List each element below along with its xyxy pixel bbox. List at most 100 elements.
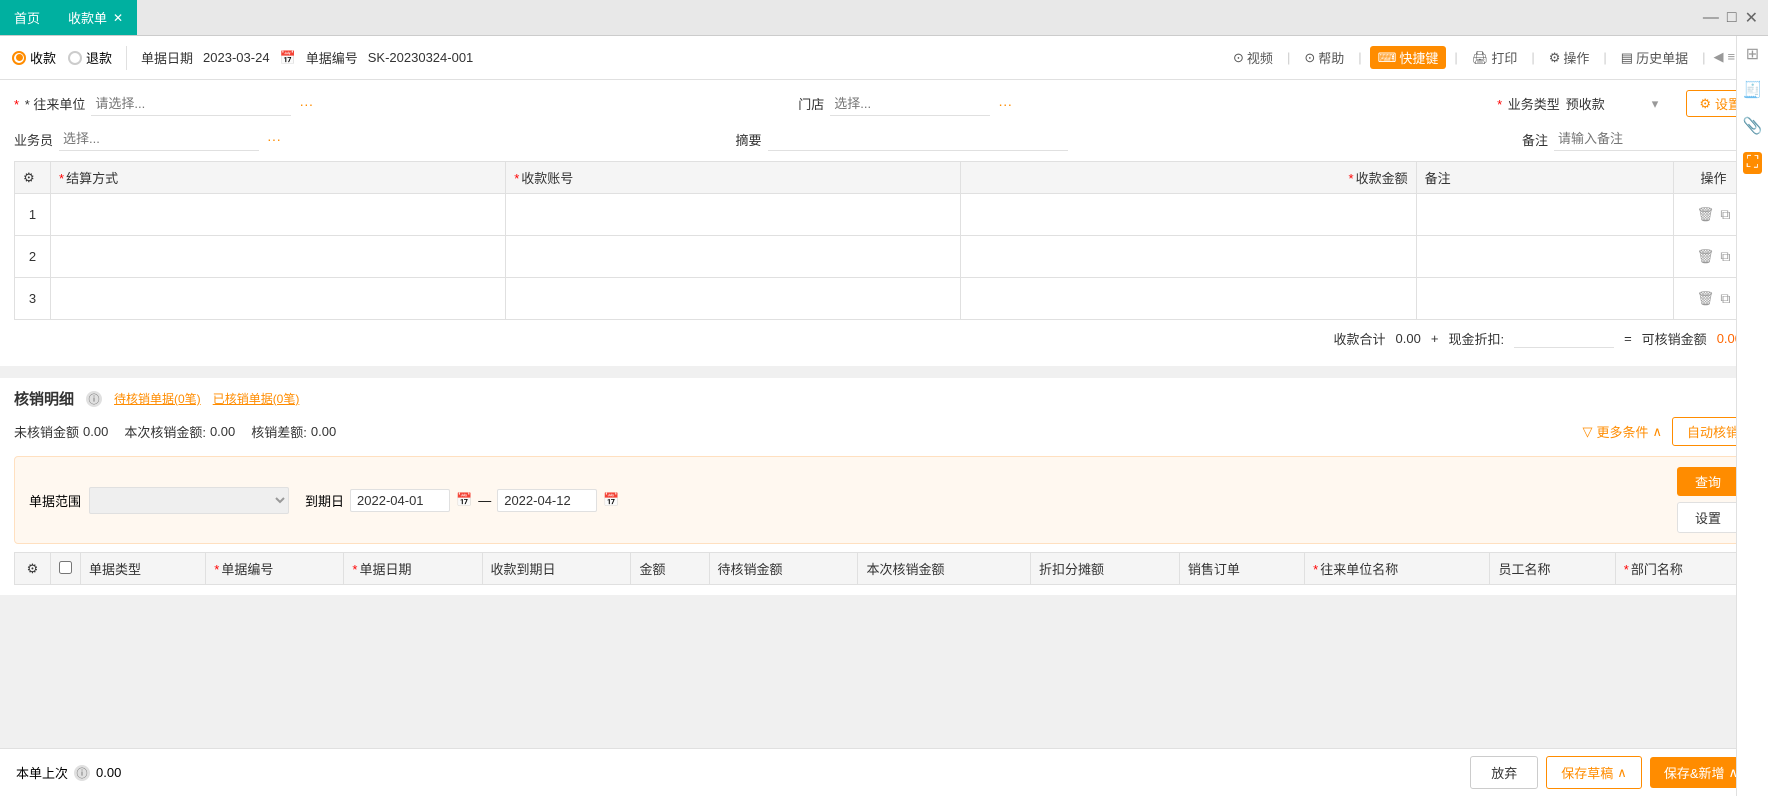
query-button[interactable]: 查询 xyxy=(1677,467,1739,496)
delete-icon-3[interactable]: 🗑 xyxy=(1697,290,1715,307)
counterpart-more-btn[interactable]: ··· xyxy=(299,96,313,112)
receipt-icon[interactable]: 🧾 xyxy=(1743,80,1763,100)
list-view-icon[interactable]: ≡ xyxy=(1728,49,1736,67)
row-num-3: 3 xyxy=(15,278,51,320)
abandon-button[interactable]: 放弃 xyxy=(1470,756,1538,789)
remark-label: 备注 xyxy=(1522,130,1548,149)
tab-bar: 首页 收款单 ✕ — □ ✕ xyxy=(0,0,1768,36)
done-link[interactable]: 已核销单据(0笔) xyxy=(213,390,300,407)
remark-field: 备注 xyxy=(1522,127,1754,151)
copy-icon-3[interactable]: ⧉ xyxy=(1720,290,1730,307)
row-remark-3[interactable] xyxy=(1416,278,1673,320)
refund-radio-circle xyxy=(68,51,82,65)
remark-input[interactable] xyxy=(1554,127,1754,151)
pending-link[interactable]: 待核销单据(0笔) xyxy=(114,390,201,407)
receipt-type-group: 收款 退款 xyxy=(12,48,112,67)
expand-icon[interactable]: ⛶ xyxy=(1743,152,1762,174)
minimize-button[interactable]: — xyxy=(1703,9,1719,27)
print-btn[interactable]: 🖨 打印 xyxy=(1466,46,1524,69)
calendar-to-icon[interactable]: 📅 xyxy=(603,492,619,508)
btcol-discount: 折扣分摊额 xyxy=(1030,553,1179,585)
tab-receipt[interactable]: 收款单 ✕ xyxy=(54,0,137,35)
main-form: * * 往来单位 ··· 门店 ··· * 业务类型 预收款 ▾ ⚙ 设置 xyxy=(0,80,1768,372)
help-btn[interactable]: ⊙ 帮助 xyxy=(1298,46,1350,69)
copy-icon-1[interactable]: ⧉ xyxy=(1720,206,1730,223)
row-remark-2[interactable] xyxy=(1416,236,1673,278)
date-to-input[interactable] xyxy=(497,489,597,512)
date-range-dash: — xyxy=(478,493,491,508)
row-amount-3[interactable] xyxy=(961,278,1416,320)
receipt-radio[interactable]: 收款 xyxy=(12,48,56,67)
prev-info-icon[interactable]: ⓘ xyxy=(74,765,90,781)
tab-receipt-close[interactable]: ✕ xyxy=(113,11,123,25)
row-account-1[interactable] xyxy=(506,194,961,236)
receivable-label: 可核销金额 xyxy=(1642,329,1707,348)
counterpart-input[interactable] xyxy=(91,92,291,116)
row-settle-2[interactable] xyxy=(51,236,506,278)
maximize-button[interactable]: □ xyxy=(1727,9,1737,27)
select-all-checkbox[interactable] xyxy=(59,561,72,574)
row-account-2[interactable] xyxy=(506,236,961,278)
shortcut-btn[interactable]: ⌨ 快捷键 xyxy=(1370,46,1447,69)
help-icon: ⊙ xyxy=(1304,50,1315,66)
delete-icon-2[interactable]: 🗑 xyxy=(1697,248,1715,265)
history-btn[interactable]: ▤ 历史单据 xyxy=(1615,46,1694,69)
row-num-1: 1 xyxy=(15,194,51,236)
more-conditions-btn[interactable]: ▽ 更多条件 ∧ xyxy=(1582,422,1662,441)
staff-more-btn[interactable]: ··· xyxy=(267,131,281,147)
unreconciled-item: 未核销金额 0.00 xyxy=(14,422,108,441)
store-input[interactable] xyxy=(830,92,990,116)
date-from-input[interactable] xyxy=(350,489,450,512)
tab-home[interactable]: 首页 xyxy=(0,0,54,35)
operation-label: 操作 xyxy=(1563,48,1589,67)
close-button[interactable]: ✕ xyxy=(1745,8,1758,28)
stats-row: 未核销金额 0.00 本次核销金额: 0.00 核销差额: 0.00 ▽ 更多条… xyxy=(14,417,1754,446)
refund-radio[interactable]: 退款 xyxy=(68,48,112,67)
btcol-gear[interactable]: ⚙ xyxy=(15,553,51,585)
row-account-3[interactable] xyxy=(506,278,961,320)
btcol-bill-date: *单据日期 xyxy=(344,553,482,585)
scope-select[interactable] xyxy=(89,487,289,514)
col-gear[interactable]: ⚙ xyxy=(15,162,51,194)
summary-row: 收款合计 0.00 + 现金折扣: = 可核销金额 0.00 xyxy=(14,320,1754,356)
row-amount-1[interactable] xyxy=(961,194,1416,236)
business-type-label: * 业务类型 xyxy=(1497,94,1560,113)
toolbar-actions: ⊙ 视频 | ⊙ 帮助 | ⌨ 快捷键 | 🖨 打印 | ⚙ 操作 | ▤ 历史… xyxy=(1227,46,1756,69)
info-icon[interactable]: ⓘ xyxy=(86,391,102,407)
query-settings: 查询 设置 xyxy=(1677,467,1739,533)
staff-input[interactable] xyxy=(59,127,259,151)
row-settle-3[interactable] xyxy=(51,278,506,320)
row-amount-2[interactable] xyxy=(961,236,1416,278)
date-label: 单据日期 xyxy=(141,48,193,67)
summary-input[interactable] xyxy=(768,127,1068,151)
store-more-btn[interactable]: ··· xyxy=(998,96,1012,112)
col-account-header: *收款账号 xyxy=(506,162,961,194)
copy-icon-2[interactable]: ⧉ xyxy=(1720,248,1730,265)
calendar-icon[interactable]: 📅 xyxy=(280,50,296,66)
date-range-group: 到期日 📅 — 📅 xyxy=(305,489,619,512)
col-remark-header: 备注 xyxy=(1416,162,1673,194)
reconcile-settings-button[interactable]: 设置 xyxy=(1677,502,1739,533)
operation-btn[interactable]: ⚙ 操作 xyxy=(1543,46,1596,69)
due-label: 到期日 xyxy=(305,491,344,510)
save-draft-button[interactable]: 保存草稿 ∧ xyxy=(1546,756,1642,789)
discount-input[interactable] xyxy=(1514,328,1614,348)
table-icon[interactable]: ⊞ xyxy=(1746,44,1759,64)
prev-value: 0.00 xyxy=(96,765,121,780)
history-icon: ▤ xyxy=(1621,50,1633,66)
total-value: 0.00 xyxy=(1396,331,1421,346)
diff-item: 核销差额: 0.00 xyxy=(251,422,336,441)
row-remark-1[interactable] xyxy=(1416,194,1673,236)
attach-icon[interactable]: 📎 xyxy=(1743,116,1763,136)
btcol-counterpart: *往来单位名称 xyxy=(1305,553,1490,585)
calendar-from-icon[interactable]: 📅 xyxy=(456,492,472,508)
current-rec-item: 本次核销金额: 0.00 xyxy=(124,422,235,441)
table-row: 2 🗑 ⧉ xyxy=(15,236,1754,278)
delete-icon-1[interactable]: 🗑 xyxy=(1697,206,1715,223)
prev-page-icon[interactable]: ◀ xyxy=(1714,49,1724,67)
business-type-dropdown[interactable]: ▾ xyxy=(1652,96,1659,112)
row-settle-1[interactable] xyxy=(51,194,506,236)
save-draft-arrow[interactable]: ∧ xyxy=(1617,765,1627,781)
store-label: 门店 xyxy=(798,94,824,113)
video-btn[interactable]: ⊙ 视频 xyxy=(1227,46,1279,69)
